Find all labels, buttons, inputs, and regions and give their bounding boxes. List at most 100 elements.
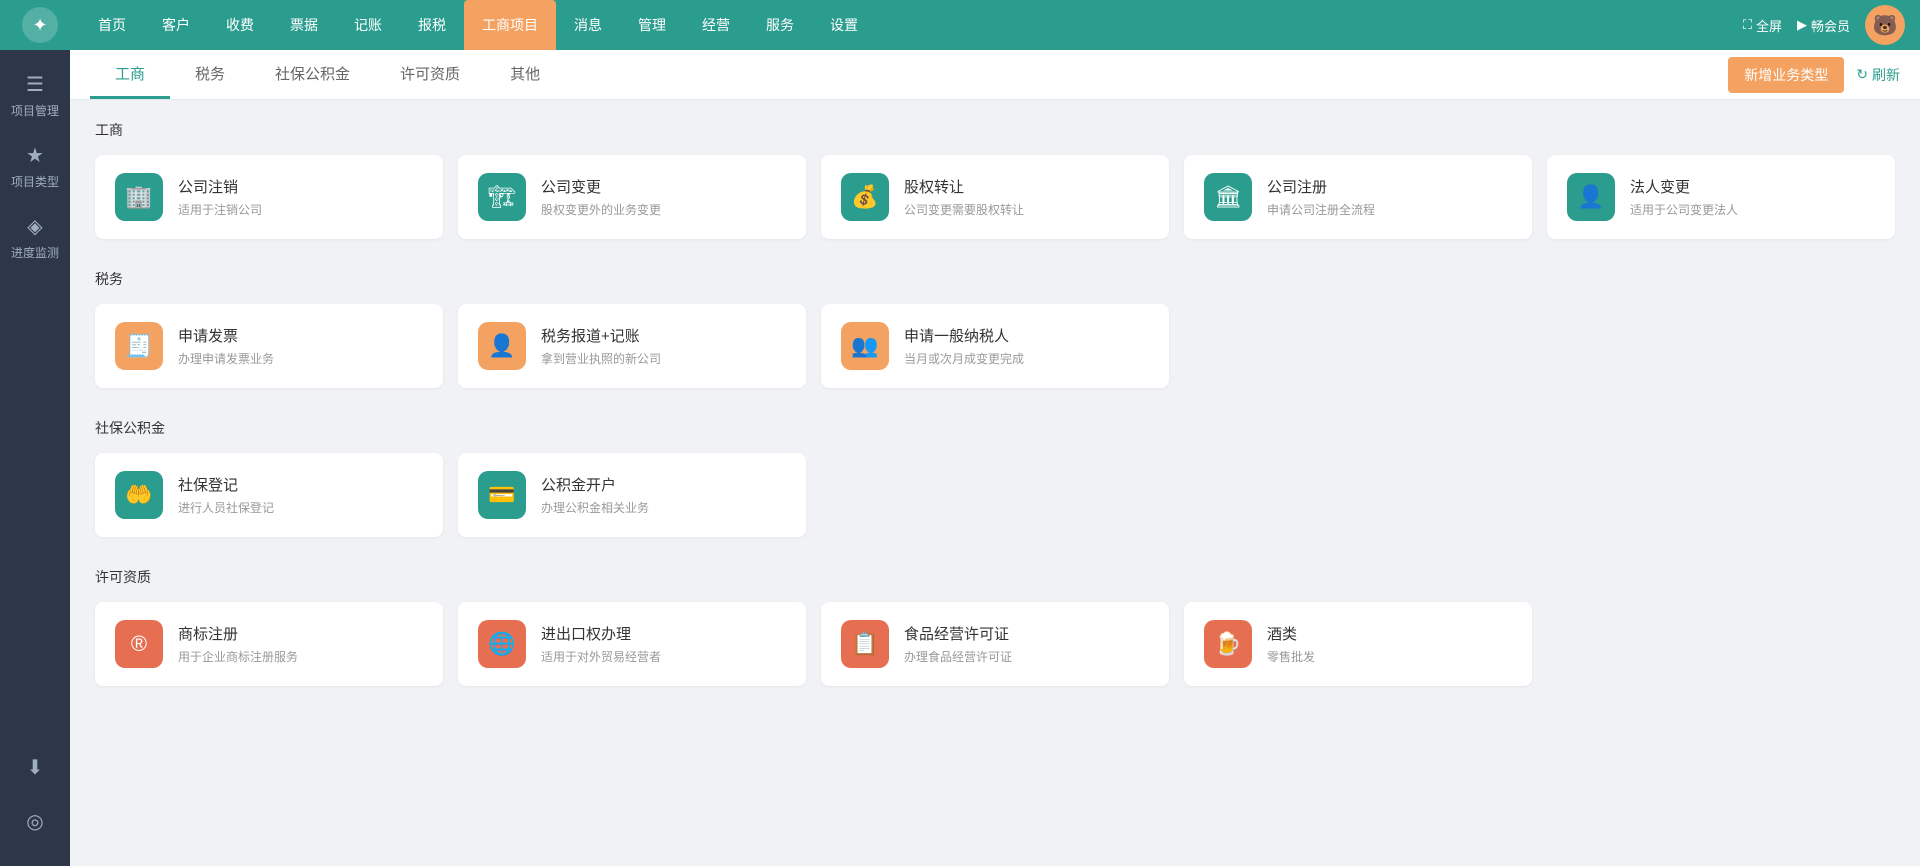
right-controls: ⛶ 全屏 ▶ 畅会员 🐻 [1743,5,1920,45]
sidebar-label-project-type: 项目类型 [11,173,59,190]
card-info-trademark: 商标注册 用于企业商标注册服务 [178,623,298,665]
card-title-equity-transfer: 股权转让 [904,176,1024,197]
top-navigation: ✦ 首页 客户 收费 票据 记账 报税 工商项目 消息 管理 经营 服务 设置 … [0,0,1920,50]
sidebar-item-progress[interactable]: ◈ 进度监测 [0,202,70,273]
section-business: 工商 🏢 公司注销 适用于注销公司 🏗 公司变更 股权变更外的业务变更 [95,120,1895,239]
refresh-icon: ↻ [1856,66,1868,83]
nav-item-manage[interactable]: 管理 [620,0,684,50]
card-trademark[interactable]: ® 商标注册 用于企业商标注册服务 [95,602,443,686]
nav-item-operations[interactable]: 经营 [684,0,748,50]
nav-item-tax[interactable]: 报税 [400,0,464,50]
card-legal-change[interactable]: 👤 法人变更 适用于公司变更法人 [1547,155,1895,239]
trademark-icon: ® [115,620,163,668]
sidebar-item-download[interactable]: ⬇ [0,743,70,792]
nav-item-home[interactable]: 首页 [80,0,144,50]
sidebar-label-project-management: 项目管理 [11,102,59,119]
sidebar: ☰ 项目管理 ★ 项目类型 ◈ 进度监测 ⬇ ◎ [0,50,70,866]
new-business-type-button[interactable]: 新增业务类型 [1728,57,1844,93]
card-company-register[interactable]: 🏛 公司注册 申请公司注册全流程 [1184,155,1532,239]
fullscreen-label: 全屏 [1756,16,1782,35]
section-title-license: 许可资质 [95,567,1895,587]
nav-item-invoice[interactable]: 票据 [272,0,336,50]
logo: ✦ [10,7,70,43]
tab-license[interactable]: 许可资质 [375,50,485,99]
card-info-alcohol: 酒类 零售批发 [1267,623,1315,665]
logo-icon: ✦ [22,7,58,43]
sidebar-item-location[interactable]: ◎ [0,797,70,846]
card-info-company-cancel: 公司注销 适用于注销公司 [178,176,262,218]
card-food-license[interactable]: 📋 食品经营许可证 办理食品经营许可证 [821,602,1169,686]
card-fund-open[interactable]: 💳 公积金开户 办理公积金相关业务 [458,453,806,537]
location-icon: ◎ [26,809,43,834]
card-apply-invoice[interactable]: 🧾 申请发票 办理申请发票业务 [95,304,443,388]
nav-item-settings[interactable]: 设置 [812,0,876,50]
card-social-register[interactable]: 🤲 社保登记 进行人员社保登记 [95,453,443,537]
tab-bar: 工商 税务 社保公积金 许可资质 其他 新增业务类型 ↻ 刷新 [70,50,1920,100]
legal-change-icon: 👤 [1567,173,1615,221]
nav-item-fee[interactable]: 收费 [208,0,272,50]
card-title-import-export: 进出口权办理 [541,623,661,644]
refresh-button[interactable]: ↻ 刷新 [1856,65,1900,85]
card-company-change[interactable]: 🏗 公司变更 股权变更外的业务变更 [458,155,806,239]
section-title-business: 工商 [95,120,1895,140]
card-tax-report[interactable]: 👤 税务报道+记账 拿到营业执照的新公司 [458,304,806,388]
nav-item-business[interactable]: 工商项目 [464,0,556,50]
social-register-icon: 🤲 [115,471,163,519]
cards-grid-license: ® 商标注册 用于企业商标注册服务 🌐 进出口权办理 适用于对外贸易经营者 [95,602,1895,686]
card-desc-company-cancel: 适用于注销公司 [178,201,262,218]
card-desc-legal-change: 适用于公司变更法人 [1630,201,1738,218]
card-alcohol[interactable]: 🍺 酒类 零售批发 [1184,602,1532,686]
alcohol-icon: 🍺 [1204,620,1252,668]
card-title-tax-report: 税务报道+记账 [541,325,661,346]
tab-actions: 新增业务类型 ↻ 刷新 [1728,57,1900,93]
card-info-company-register: 公司注册 申请公司注册全流程 [1267,176,1375,218]
tab-tax[interactable]: 税务 [170,50,250,99]
fullscreen-icon: ⛶ [1743,17,1752,33]
nav-items: 首页 客户 收费 票据 记账 报税 工商项目 消息 管理 经营 服务 设置 [80,0,1743,50]
card-info-general-taxpayer: 申请一般纳税人 当月或次月成变更完成 [904,325,1024,367]
card-title-social-register: 社保登记 [178,474,274,495]
tax-report-icon: 👤 [478,322,526,370]
general-taxpayer-icon: 👥 [841,322,889,370]
card-desc-import-export: 适用于对外贸易经营者 [541,648,661,665]
member-button[interactable]: ▶ 畅会员 [1797,16,1850,35]
card-desc-fund-open: 办理公积金相关业务 [541,499,649,516]
sidebar-item-project-management[interactable]: ☰ 项目管理 [0,60,70,131]
tabs: 工商 税务 社保公积金 许可资质 其他 [90,50,565,99]
mascot-avatar[interactable]: 🐻 [1865,5,1905,45]
company-cancel-icon: 🏢 [115,173,163,221]
card-company-cancel[interactable]: 🏢 公司注销 适用于注销公司 [95,155,443,239]
tab-other[interactable]: 其他 [485,50,565,99]
tab-business[interactable]: 工商 [90,50,170,99]
section-title-social-security: 社保公积金 [95,418,1895,438]
sidebar-bottom: ⬇ ◎ [0,743,70,866]
nav-item-service[interactable]: 服务 [748,0,812,50]
card-title-company-register: 公司注册 [1267,176,1375,197]
page-content: 工商 🏢 公司注销 适用于注销公司 🏗 公司变更 股权变更外的业务变更 [70,100,1920,866]
card-info-food-license: 食品经营许可证 办理食品经营许可证 [904,623,1012,665]
sidebar-item-project-type[interactable]: ★ 项目类型 [0,131,70,202]
card-import-export[interactable]: 🌐 进出口权办理 适用于对外贸易经营者 [458,602,806,686]
card-title-fund-open: 公积金开户 [541,474,649,495]
tab-social-security[interactable]: 社保公积金 [250,50,375,99]
section-tax: 税务 🧾 申请发票 办理申请发票业务 👤 税务报道+记账 拿到营业执照的新 [95,269,1895,388]
star-icon: ★ [26,143,44,168]
nav-item-message[interactable]: 消息 [556,0,620,50]
nav-item-accounting[interactable]: 记账 [336,0,400,50]
card-title-food-license: 食品经营许可证 [904,623,1012,644]
card-title-company-change: 公司变更 [541,176,661,197]
fullscreen-button[interactable]: ⛶ 全屏 [1743,16,1782,35]
card-equity-transfer[interactable]: 💰 股权转让 公司变更需要股权转让 [821,155,1169,239]
card-desc-general-taxpayer: 当月或次月成变更完成 [904,350,1024,367]
nav-item-customer[interactable]: 客户 [144,0,208,50]
card-title-alcohol: 酒类 [1267,623,1315,644]
cards-grid-social: 🤲 社保登记 进行人员社保登记 💳 公积金开户 办理公积金相关业务 [95,453,1895,537]
card-desc-company-register: 申请公司注册全流程 [1267,201,1375,218]
equity-transfer-icon: 💰 [841,173,889,221]
video-icon: ▶ [1797,17,1807,33]
card-desc-equity-transfer: 公司变更需要股权转让 [904,201,1024,218]
card-title-company-cancel: 公司注销 [178,176,262,197]
card-general-taxpayer[interactable]: 👥 申请一般纳税人 当月或次月成变更完成 [821,304,1169,388]
monitor-icon: ◈ [27,214,42,239]
section-license: 许可资质 ® 商标注册 用于企业商标注册服务 🌐 进出口权办理 适用于对外贸 [95,567,1895,686]
